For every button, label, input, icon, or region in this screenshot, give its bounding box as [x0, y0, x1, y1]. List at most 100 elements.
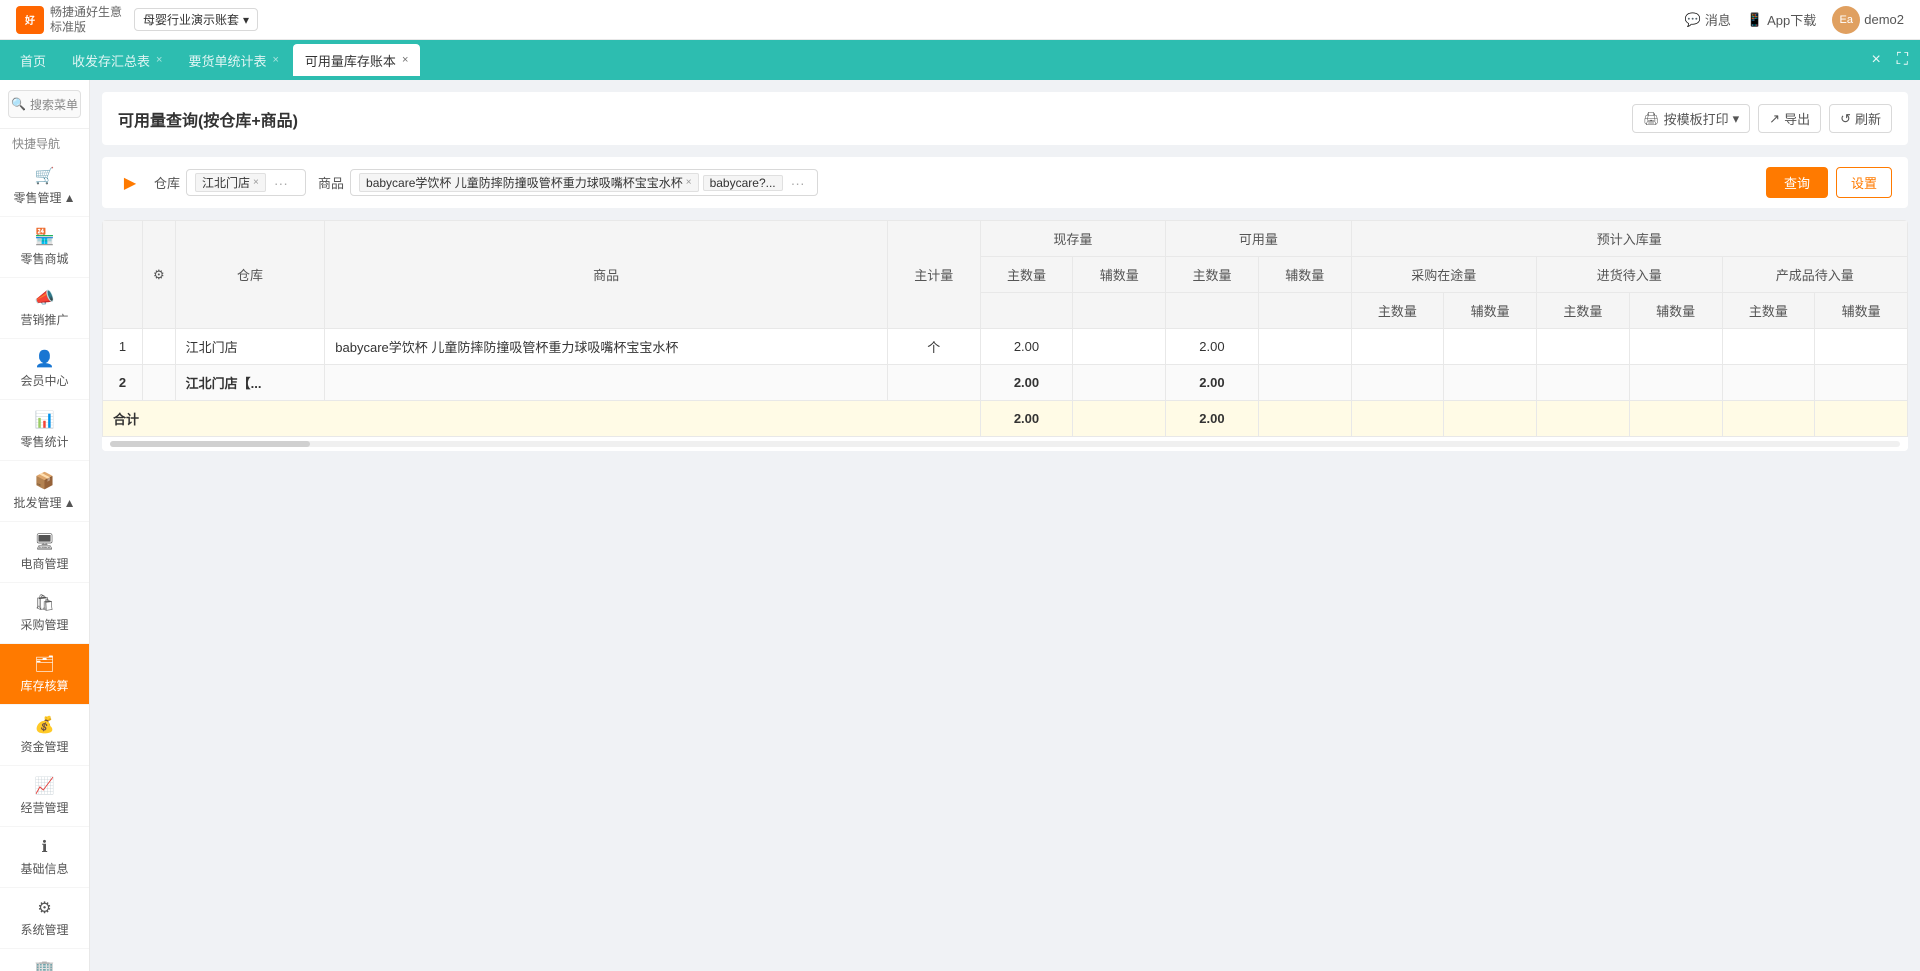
scrollbar-thumb[interactable]	[110, 441, 310, 447]
tab-close-available-stock[interactable]: ×	[402, 54, 408, 66]
sidebar-item-enterprise[interactable]: 🏢 企业协同	[0, 949, 89, 971]
cell-settings	[143, 329, 176, 365]
member-icon: 👤	[35, 349, 55, 369]
th-stock-main-2	[980, 293, 1073, 329]
product-tag-1-close[interactable]: ×	[686, 177, 692, 188]
footer-production-main	[1722, 401, 1815, 437]
th-production-aux: 辅数量	[1815, 293, 1908, 329]
message-btn[interactable]: 💬 消息	[1685, 10, 1731, 29]
sidebar-item-retail-mgmt[interactable]: 🛒 零售管理 ▲	[0, 156, 89, 217]
cell-seq: 2	[103, 365, 143, 401]
quick-nav-label: 快捷导航	[0, 129, 89, 156]
print-icon: 🖨	[1643, 111, 1660, 127]
mall-icon: 🏪	[35, 227, 55, 247]
search-menu-btn[interactable]: 🔍 搜索菜单	[8, 90, 81, 118]
warehouse-tag: 江北门店 ×	[195, 173, 266, 192]
search-icon: 🔍	[11, 97, 26, 111]
warehouse-more-btn[interactable]: ···	[270, 175, 292, 191]
th-warehouse: 仓库	[175, 221, 325, 329]
sidebar-item-label: 零售管理 ▲	[14, 189, 76, 206]
scrollbar-area	[102, 437, 1908, 451]
th-settings[interactable]: ⚙	[143, 221, 176, 329]
tab-receive-send[interactable]: 收发存汇总表 ×	[60, 44, 174, 76]
footer-avail-aux	[1258, 401, 1351, 437]
cell-avail-main: 2.00	[1166, 329, 1259, 365]
footer-stock-main: 2.00	[980, 401, 1073, 437]
table-row: 1 江北门店 babycare学饮杯 儿童防摔防撞吸管杯重力球吸嘴杯宝宝水杯 个…	[103, 329, 1908, 365]
th-avail-aux-2	[1258, 293, 1351, 329]
user-profile[interactable]: Ea demo2	[1832, 6, 1904, 34]
export-btn[interactable]: ↗ 导出	[1758, 104, 1821, 133]
filter-area: ▶ 仓库 江北门店 × ··· 商品 babycare学饮杯 儿童防摔防撞吸管杯…	[102, 157, 1908, 208]
sidebar-item-label: 资金管理	[20, 738, 68, 755]
sidebar-item-ops-mgmt[interactable]: 📈 经营管理	[0, 766, 89, 827]
ecommerce-icon: 🖥	[34, 532, 54, 552]
sidebar-item-inventory[interactable]: 🗂 库存核算	[0, 644, 89, 705]
warehouse-filter-label: 仓库	[154, 173, 180, 192]
page-title: 可用量查询(按仓库+商品)	[118, 107, 298, 131]
sidebar-item-retail-mall[interactable]: 🏪 零售商城	[0, 217, 89, 278]
sidebar-item-ecommerce[interactable]: 🖥 电商管理	[0, 522, 89, 583]
logo: 好 畅捷通好生意 标准版	[16, 5, 122, 34]
close-all-tabs-btn[interactable]: ×	[1867, 47, 1884, 73]
cell-warehouse: 江北门店【...	[175, 365, 325, 401]
sidebar-item-basic-info[interactable]: ℹ 基础信息	[0, 827, 89, 888]
cell-production-main	[1722, 329, 1815, 365]
product-more-btn[interactable]: ···	[787, 175, 809, 191]
top-bar: 好 畅捷通好生意 标准版 母婴行业演示账套 ▾ 💬 消息 📱 App下载 Ea …	[0, 0, 1920, 40]
sidebar-item-label: 会员中心	[20, 372, 68, 389]
app-download-btn[interactable]: 📱 App下载	[1747, 10, 1816, 29]
fullscreen-btn[interactable]: ⛶	[1893, 47, 1912, 73]
sidebar-item-retail-stats[interactable]: 📊 零售统计	[0, 400, 89, 461]
main-layout: 🔍 搜索菜单 快捷导航 🛒 零售管理 ▲ 🏪 零售商城 📣 营销推广 👤 会员中…	[0, 80, 1920, 971]
export-icon: ↗	[1769, 111, 1780, 127]
cell-unit: 个	[887, 329, 980, 365]
filter-expand-btn[interactable]: ▶	[118, 171, 142, 195]
footer-avail-main: 2.00	[1166, 401, 1259, 437]
th-avail-group: 可用量	[1166, 221, 1351, 257]
sidebar-item-marketing[interactable]: 📣 营销推广	[0, 278, 89, 339]
th-stock-main: 主数量	[980, 257, 1073, 293]
basic-info-icon: ℹ	[41, 837, 47, 857]
th-stock-group: 现存量	[980, 221, 1165, 257]
refresh-btn[interactable]: ↺ 刷新	[1829, 104, 1892, 133]
warehouse-filter-group: 仓库 江北门店 × ···	[154, 169, 306, 196]
cell-purchase-main	[1351, 365, 1444, 401]
page-header: 可用量查询(按仓库+商品) 🖨 按模板打印 ▾ ↗ 导出 ↺ 刷新	[102, 92, 1908, 145]
account-selector[interactable]: 母婴行业演示账套 ▾	[134, 8, 258, 31]
print-btn[interactable]: 🖨 按模板打印 ▾	[1632, 104, 1750, 133]
th-unit: 主计量	[887, 221, 980, 329]
th-stock-aux-2	[1073, 293, 1166, 329]
footer-purchase-main	[1351, 401, 1444, 437]
warehouse-tag-close[interactable]: ×	[253, 177, 259, 188]
sidebar-item-label: 库存核算	[20, 677, 68, 694]
th-inbound-group: 预计入库量	[1351, 221, 1907, 257]
sidebar-item-purchase[interactable]: 🛍 采购管理	[0, 583, 89, 644]
sidebar-item-wholesale-mgmt[interactable]: 📦 批发管理 ▲	[0, 461, 89, 522]
tab-close-receive-send[interactable]: ×	[156, 54, 162, 66]
product-filter-input[interactable]: babycare学饮杯 儿童防摔防撞吸管杯重力球吸嘴杯宝宝水杯 × babyca…	[350, 169, 818, 196]
cell-warehouse: 江北门店	[175, 329, 325, 365]
chevron-icon: ▲	[64, 496, 76, 510]
tab-close-order-summary[interactable]: ×	[272, 54, 278, 66]
logo-icon: 好	[16, 6, 44, 34]
th-purchase-main: 主数量	[1351, 293, 1444, 329]
footer-incoming-aux	[1629, 401, 1722, 437]
top-bar-left: 好 畅捷通好生意 标准版 母婴行业演示账套 ▾	[16, 5, 258, 34]
enterprise-icon: 🏢	[35, 959, 55, 971]
warehouse-filter-input[interactable]: 江北门店 × ···	[186, 169, 306, 196]
chevron-down-icon: ▾	[243, 13, 249, 27]
tab-order-summary[interactable]: 要货单统计表 ×	[176, 44, 290, 76]
table-row: 2 江北门店【... 2.00 2.00	[103, 365, 1908, 401]
settings-btn[interactable]: 设置	[1836, 167, 1892, 198]
sidebar-item-finance[interactable]: 💰 资金管理	[0, 705, 89, 766]
th-avail-main-2	[1166, 293, 1259, 329]
tab-available-stock[interactable]: 可用量库存账本 ×	[293, 44, 420, 76]
query-btn[interactable]: 查询	[1766, 167, 1828, 198]
sidebar-item-label: 批发管理 ▲	[14, 494, 76, 511]
sidebar-item-label: 零售商城	[20, 250, 68, 267]
tab-home[interactable]: 首页	[8, 44, 58, 76]
sidebar-item-system[interactable]: ⚙ 系统管理	[0, 888, 89, 949]
sidebar-item-member-center[interactable]: 👤 会员中心	[0, 339, 89, 400]
scrollbar-track[interactable]	[110, 441, 1900, 447]
